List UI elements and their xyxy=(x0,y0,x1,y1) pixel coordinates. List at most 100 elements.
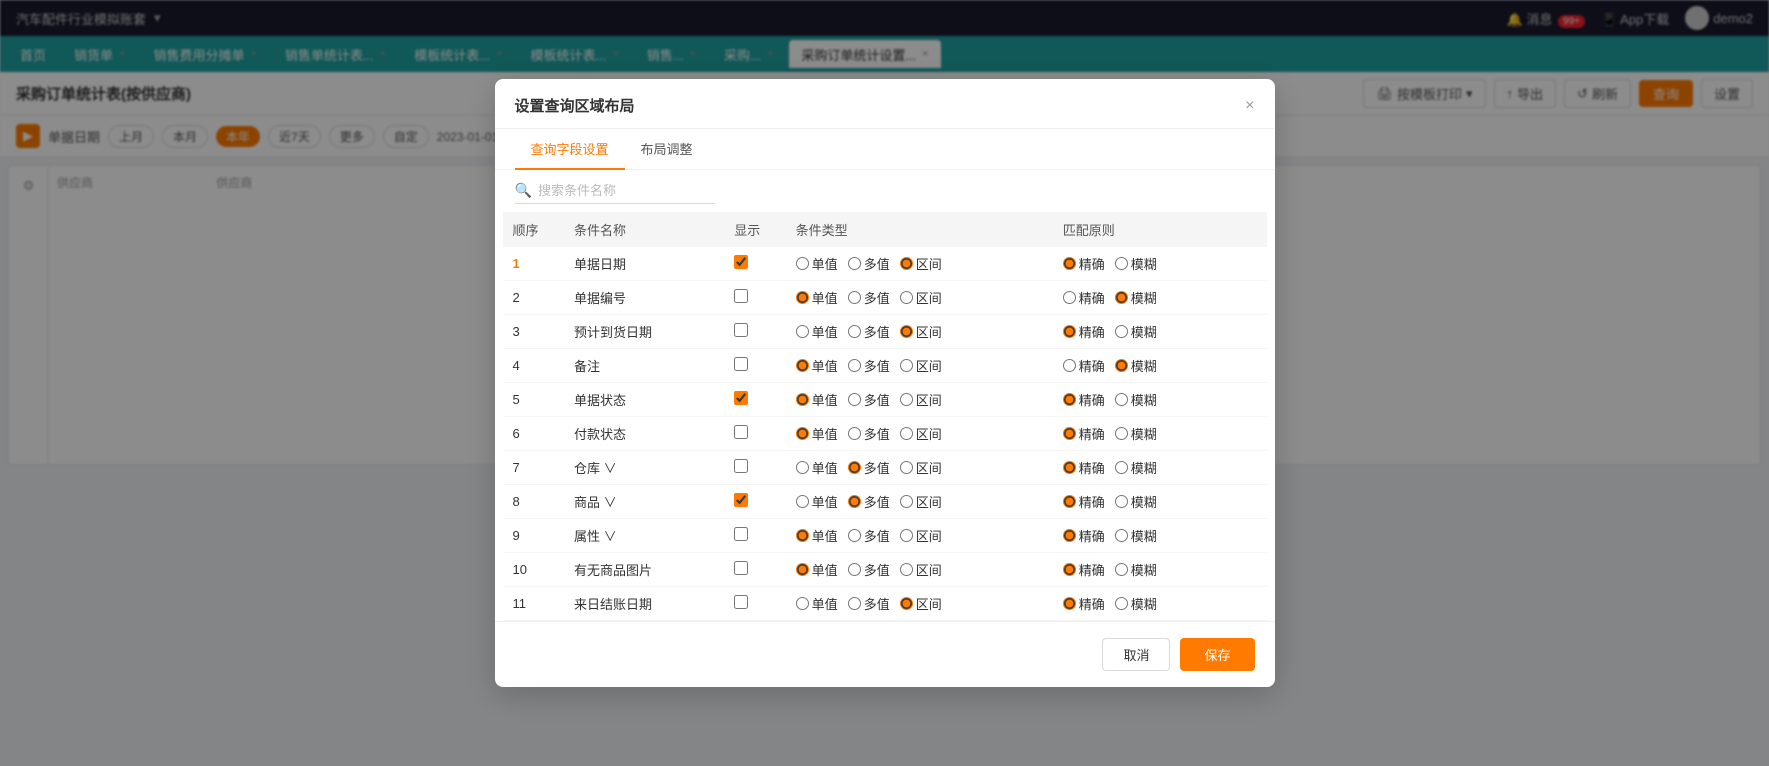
row-match[interactable]: 精确模糊 xyxy=(1053,383,1267,417)
row-display[interactable] xyxy=(724,417,785,451)
row-type[interactable]: 单值多值区间 xyxy=(786,519,1053,553)
type-radio-item[interactable]: 单值 xyxy=(796,560,838,579)
match-radio-item[interactable]: 模糊 xyxy=(1115,526,1157,545)
type-radio-item[interactable]: 多值 xyxy=(848,594,890,613)
type-radio-item[interactable]: 多值 xyxy=(848,254,890,273)
type-radio-item[interactable]: 区间 xyxy=(900,390,942,409)
type-radio-item[interactable]: 多值 xyxy=(848,424,890,443)
row-display[interactable] xyxy=(724,485,785,519)
display-checkbox[interactable] xyxy=(734,391,748,405)
display-checkbox[interactable] xyxy=(734,425,748,439)
type-radio-item[interactable]: 单值 xyxy=(796,322,838,341)
type-radio-item[interactable]: 多值 xyxy=(848,492,890,511)
type-radio-item[interactable]: 区间 xyxy=(900,458,942,477)
display-checkbox[interactable] xyxy=(734,459,748,473)
type-radio-item[interactable]: 区间 xyxy=(900,288,942,307)
modal-close-button[interactable]: × xyxy=(1245,98,1254,114)
type-radio-item[interactable]: 单值 xyxy=(796,526,838,545)
match-radio-item[interactable]: 精确 xyxy=(1063,390,1105,409)
display-checkbox[interactable] xyxy=(734,493,748,507)
type-radio-item[interactable]: 区间 xyxy=(900,356,942,375)
match-radio-item[interactable]: 精确 xyxy=(1063,254,1105,273)
tab-query-fields[interactable]: 查询字段设置 xyxy=(515,129,625,170)
type-radio-item[interactable]: 多值 xyxy=(848,356,890,375)
display-checkbox[interactable] xyxy=(734,527,748,541)
row-match[interactable]: 精确模糊 xyxy=(1053,417,1267,451)
match-radio-item[interactable]: 模糊 xyxy=(1115,492,1157,511)
row-type[interactable]: 单值多值区间 xyxy=(786,553,1053,587)
type-radio-item[interactable]: 区间 xyxy=(900,526,942,545)
type-radio-item[interactable]: 单值 xyxy=(796,356,838,375)
type-radio-item[interactable]: 单值 xyxy=(796,424,838,443)
type-radio-item[interactable]: 多值 xyxy=(848,526,890,545)
type-radio-item[interactable]: 区间 xyxy=(900,322,942,341)
match-radio-item[interactable]: 精确 xyxy=(1063,594,1105,613)
row-display[interactable] xyxy=(724,247,785,281)
type-radio-item[interactable]: 多值 xyxy=(848,322,890,341)
type-radio-item[interactable]: 多值 xyxy=(848,390,890,409)
row-display[interactable] xyxy=(724,349,785,383)
type-radio-item[interactable]: 区间 xyxy=(900,424,942,443)
match-radio-item[interactable]: 精确 xyxy=(1063,458,1105,477)
type-radio-item[interactable]: 单值 xyxy=(796,492,838,511)
match-radio-item[interactable]: 精确 xyxy=(1063,424,1105,443)
row-type[interactable]: 单值多值区间 xyxy=(786,485,1053,519)
display-checkbox[interactable] xyxy=(734,323,748,337)
row-display[interactable] xyxy=(724,281,785,315)
row-type[interactable]: 单值多值区间 xyxy=(786,315,1053,349)
type-radio-item[interactable]: 多值 xyxy=(848,288,890,307)
type-radio-item[interactable]: 单值 xyxy=(796,288,838,307)
match-radio-item[interactable]: 精确 xyxy=(1063,322,1105,341)
row-match[interactable]: 精确模糊 xyxy=(1053,315,1267,349)
row-match[interactable]: 精确模糊 xyxy=(1053,349,1267,383)
row-type[interactable]: 单值多值区间 xyxy=(786,383,1053,417)
row-display[interactable] xyxy=(724,383,785,417)
type-radio-item[interactable]: 区间 xyxy=(900,594,942,613)
row-match[interactable]: 精确模糊 xyxy=(1053,247,1267,281)
match-radio-item[interactable]: 模糊 xyxy=(1115,254,1157,273)
row-display[interactable] xyxy=(724,587,785,621)
row-display[interactable] xyxy=(724,553,785,587)
display-checkbox[interactable] xyxy=(734,595,748,609)
row-match[interactable]: 精确模糊 xyxy=(1053,587,1267,621)
match-radio-item[interactable]: 模糊 xyxy=(1115,424,1157,443)
match-radio-item[interactable]: 精确 xyxy=(1063,492,1105,511)
display-checkbox[interactable] xyxy=(734,289,748,303)
row-type[interactable]: 单值多值区间 xyxy=(786,247,1053,281)
row-type[interactable]: 单值多值区间 xyxy=(786,349,1053,383)
type-radio-item[interactable]: 多值 xyxy=(848,458,890,477)
row-match[interactable]: 精确模糊 xyxy=(1053,281,1267,315)
row-display[interactable] xyxy=(724,451,785,485)
type-radio-item[interactable]: 区间 xyxy=(900,560,942,579)
match-radio-item[interactable]: 精确 xyxy=(1063,560,1105,579)
match-radio-item[interactable]: 模糊 xyxy=(1115,594,1157,613)
row-match[interactable]: 精确模糊 xyxy=(1053,519,1267,553)
match-radio-item[interactable]: 模糊 xyxy=(1115,356,1157,375)
display-checkbox[interactable] xyxy=(734,357,748,371)
type-radio-item[interactable]: 单值 xyxy=(796,390,838,409)
type-radio-item[interactable]: 多值 xyxy=(848,560,890,579)
type-radio-item[interactable]: 单值 xyxy=(796,458,838,477)
match-radio-item[interactable]: 精确 xyxy=(1063,526,1105,545)
type-radio-item[interactable]: 单值 xyxy=(796,594,838,613)
match-radio-item[interactable]: 模糊 xyxy=(1115,288,1157,307)
row-display[interactable] xyxy=(724,315,785,349)
type-radio-item[interactable]: 区间 xyxy=(900,254,942,273)
match-radio-item[interactable]: 精确 xyxy=(1063,356,1105,375)
row-type[interactable]: 单值多值区间 xyxy=(786,417,1053,451)
row-display[interactable] xyxy=(724,519,785,553)
display-checkbox[interactable] xyxy=(734,561,748,575)
row-type[interactable]: 单值多值区间 xyxy=(786,587,1053,621)
display-checkbox[interactable] xyxy=(734,255,748,269)
tab-layout-adjust[interactable]: 布局调整 xyxy=(625,129,709,170)
match-radio-item[interactable]: 模糊 xyxy=(1115,322,1157,341)
type-radio-item[interactable]: 单值 xyxy=(796,254,838,273)
row-match[interactable]: 精确模糊 xyxy=(1053,451,1267,485)
search-input[interactable] xyxy=(538,183,698,198)
cancel-button[interactable]: 取消 xyxy=(1102,638,1170,671)
type-radio-item[interactable]: 区间 xyxy=(900,492,942,511)
match-radio-item[interactable]: 精确 xyxy=(1063,288,1105,307)
row-match[interactable]: 精确模糊 xyxy=(1053,485,1267,519)
match-radio-item[interactable]: 模糊 xyxy=(1115,458,1157,477)
row-type[interactable]: 单值多值区间 xyxy=(786,451,1053,485)
